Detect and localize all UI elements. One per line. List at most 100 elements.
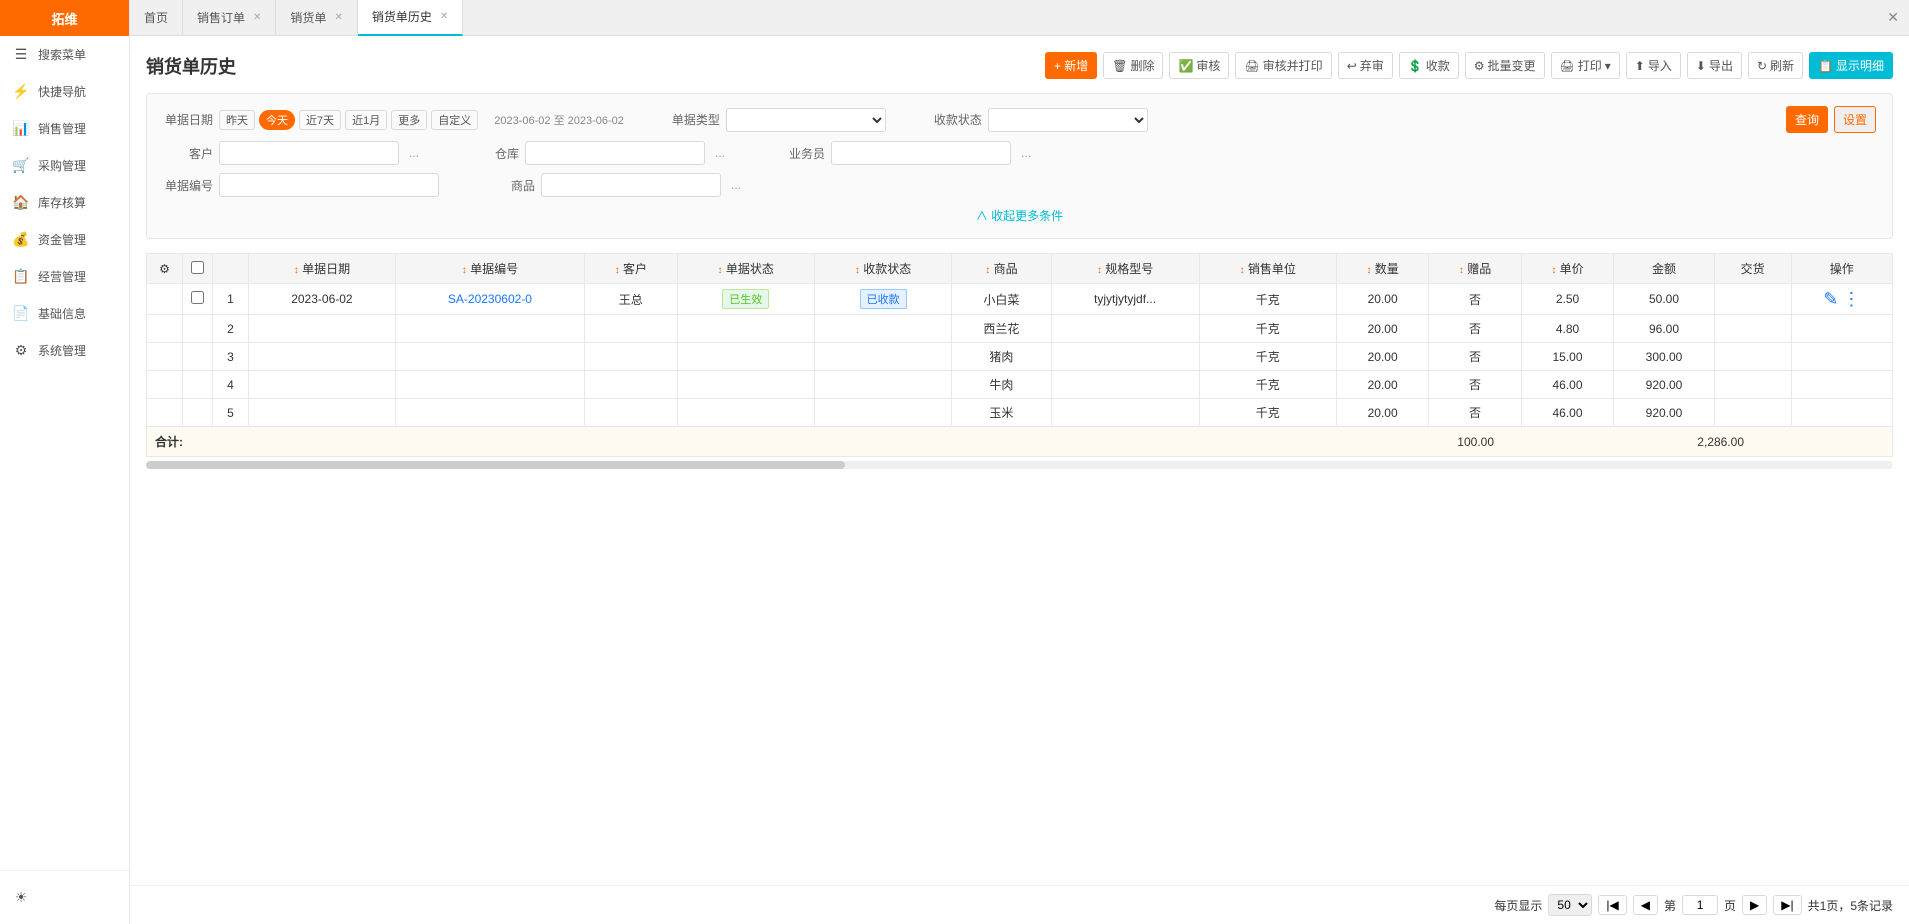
batch-change-button[interactable]: ⚙ 批量变更	[1465, 52, 1545, 79]
th-customer[interactable]: ↕ 客户	[585, 254, 677, 284]
settings-button[interactable]: 设置	[1834, 106, 1876, 133]
goods-input[interactable]	[541, 173, 721, 197]
row-doc-date	[249, 371, 396, 399]
sidebar-item-quick-nav[interactable]: ⚡ 快捷导航	[0, 73, 129, 110]
date-7days[interactable]: 近7天	[299, 110, 341, 130]
row-check[interactable]	[183, 315, 213, 343]
new-button[interactable]: + 新增	[1045, 52, 1097, 79]
import-button[interactable]: ⬆ 导入	[1626, 52, 1681, 79]
tab-home[interactable]: 首页	[130, 0, 183, 36]
th-unit[interactable]: ↕ 销售单位	[1199, 254, 1336, 284]
review-button[interactable]: ✅ 审核	[1169, 52, 1229, 79]
th-gift[interactable]: ↕ 赠品	[1429, 254, 1521, 284]
sort-icon: ↕	[985, 265, 990, 276]
tab-sales-delivery[interactable]: 销货单 ✕	[276, 0, 357, 36]
doc-no-input[interactable]	[219, 173, 439, 197]
review-print-icon: 🖨	[1244, 59, 1259, 73]
date-1month[interactable]: 近1月	[345, 110, 387, 130]
warehouse-label: 仓库	[469, 145, 519, 162]
tab-sales-delivery-close[interactable]: ✕	[334, 12, 342, 23]
collect-button[interactable]: 💲 收款	[1399, 52, 1459, 79]
th-collect-status[interactable]: ↕ 收款状态	[814, 254, 951, 284]
row-check[interactable]	[183, 284, 213, 315]
row-action[interactable]	[1791, 371, 1892, 399]
date-today[interactable]: 今天	[259, 110, 295, 130]
tab-sales-history[interactable]: 销货单历史 ✕	[358, 0, 463, 36]
row-checkbox[interactable]	[191, 291, 204, 304]
row-action[interactable]	[1791, 399, 1892, 427]
page-last-btn[interactable]: ▶|	[1773, 895, 1801, 915]
horizontal-scrollbar[interactable]	[146, 461, 1893, 469]
sidebar-item-basic-info[interactable]: 📄 基础信息	[0, 295, 129, 332]
date-yesterday[interactable]: 昨天	[219, 110, 255, 130]
tab-sales-history-close[interactable]: ✕	[440, 11, 448, 22]
doc-no-link[interactable]: SA-20230602-0	[448, 292, 532, 306]
sidebar-item-system-mgmt[interactable]: ⚙ 系统管理	[0, 332, 129, 369]
row-price: 46.00	[1521, 399, 1613, 427]
th-check[interactable]	[183, 254, 213, 284]
th-doc-status[interactable]: ↕ 单据状态	[677, 254, 814, 284]
sidebar-item-search-menu[interactable]: ☰ 搜索菜单	[0, 36, 129, 73]
customer-label: 客户	[163, 145, 213, 162]
row-doc-no[interactable]	[395, 371, 584, 399]
print-button[interactable]: 🖨 打印 ▾	[1551, 52, 1620, 79]
row-check[interactable]	[183, 399, 213, 427]
th-gear[interactable]: ⚙	[147, 254, 183, 284]
warehouse-ellipsis-btn[interactable]: ...	[711, 146, 729, 160]
th-goods[interactable]: ↕ 商品	[952, 254, 1051, 284]
collect-status-select[interactable]	[988, 108, 1148, 132]
row-action[interactable]	[1791, 343, 1892, 371]
show-detail-button[interactable]: 📋 显示明细	[1809, 52, 1893, 79]
row-doc-date	[249, 315, 396, 343]
salesperson-input[interactable]	[831, 141, 1011, 165]
delete-button[interactable]: 🗑 删除	[1103, 52, 1163, 79]
row-action[interactable]	[1791, 315, 1892, 343]
select-all-checkbox[interactable]	[191, 261, 204, 274]
row-action[interactable]: ✎⋮	[1791, 284, 1892, 315]
th-spec[interactable]: ↕ 规格型号	[1051, 254, 1199, 284]
more-action-btn[interactable]: ⋮	[1842, 290, 1860, 308]
edit-action-btn[interactable]: ✎	[1823, 290, 1838, 308]
row-check[interactable]	[183, 343, 213, 371]
row-doc-no[interactable]: SA-20230602-0	[395, 284, 584, 315]
sidebar-item-operation-mgmt[interactable]: 📋 经营管理	[0, 258, 129, 295]
tab-sales-order-close[interactable]: ✕	[253, 12, 261, 23]
row-unit: 千克	[1199, 284, 1336, 315]
warehouse-input[interactable]	[525, 141, 705, 165]
filter-collapse-btn[interactable]: ∧ 收起更多条件	[163, 205, 1876, 226]
th-price[interactable]: ↕ 单价	[1521, 254, 1613, 284]
abandon-button[interactable]: ↩ 弃审	[1338, 52, 1393, 79]
refresh-button[interactable]: ↻ 刷新	[1748, 52, 1803, 79]
customer-ellipsis-btn[interactable]: ...	[405, 146, 423, 160]
per-page-select[interactable]: 50	[1548, 894, 1592, 916]
tab-sales-order[interactable]: 销售订单 ✕	[183, 0, 276, 36]
sidebar-bottom-item1[interactable]: ☀	[0, 879, 129, 916]
sidebar-item-finance-mgmt[interactable]: 💰 资金管理	[0, 221, 129, 258]
goods-ellipsis-btn[interactable]: ...	[727, 178, 745, 192]
table-row: 2西兰花千克20.00否4.8096.00	[147, 315, 1893, 343]
page-number-input[interactable]	[1682, 895, 1718, 915]
query-button[interactable]: 查询	[1786, 106, 1828, 133]
row-doc-no[interactable]	[395, 399, 584, 427]
page-next-btn[interactable]: ▶	[1742, 895, 1767, 915]
date-custom[interactable]: 自定义	[431, 110, 478, 130]
review-print-button[interactable]: 🖨 审核并打印	[1235, 52, 1331, 79]
page-prev-btn[interactable]: ◀	[1633, 895, 1658, 915]
row-check[interactable]	[183, 371, 213, 399]
doc-type-select[interactable]	[726, 108, 886, 132]
sidebar-item-sales-mgmt[interactable]: 📊 销售管理	[0, 110, 129, 147]
salesperson-ellipsis-btn[interactable]: ...	[1017, 146, 1035, 160]
tabbar-close-btn[interactable]: ✕	[1877, 9, 1909, 26]
customer-input[interactable]	[219, 141, 399, 165]
sidebar-item-inventory-calc[interactable]: 🏠 库存核算	[0, 184, 129, 221]
row-doc-no[interactable]	[395, 315, 584, 343]
sidebar-item-purchase-mgmt[interactable]: 🛒 采购管理	[0, 147, 129, 184]
export-button[interactable]: ⬇ 导出	[1687, 52, 1742, 79]
page-first-btn[interactable]: |◀	[1598, 895, 1626, 915]
th-qty[interactable]: ↕ 数量	[1336, 254, 1428, 284]
th-doc-no[interactable]: ↕ 单据编号	[395, 254, 584, 284]
row-goods: 玉米	[952, 399, 1051, 427]
row-doc-no[interactable]	[395, 343, 584, 371]
date-more[interactable]: 更多	[391, 110, 427, 130]
th-doc-date[interactable]: ↕ 单据日期	[249, 254, 396, 284]
